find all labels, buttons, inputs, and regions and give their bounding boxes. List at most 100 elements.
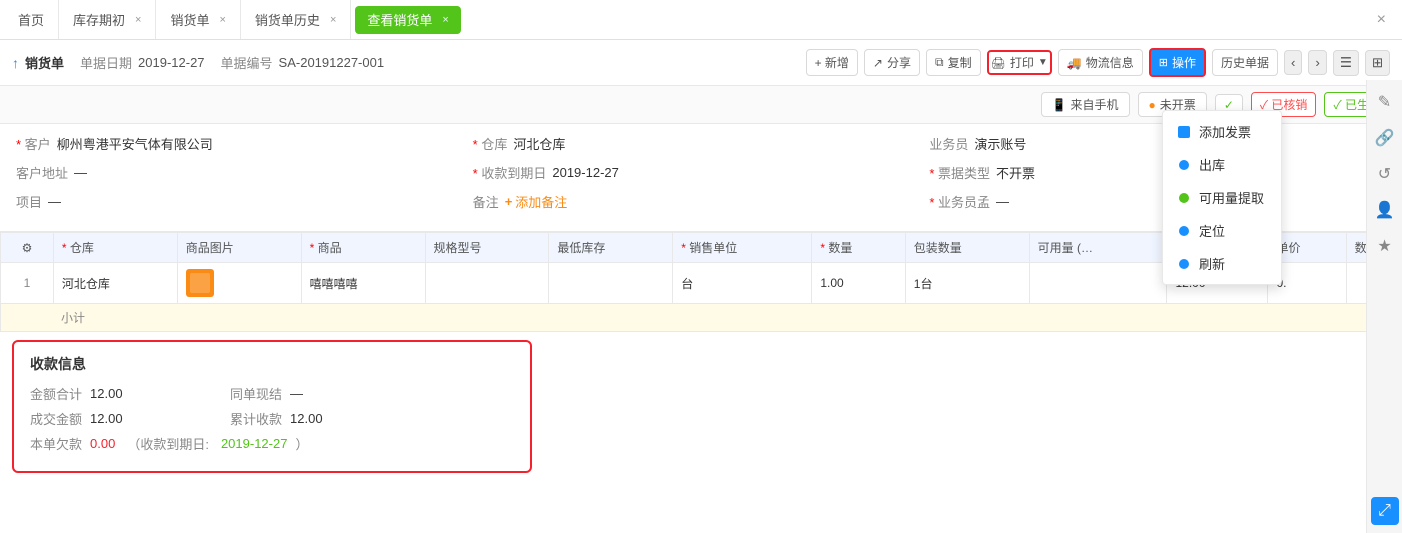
tab-inventory-init[interactable]: 库存期初 × bbox=[59, 0, 156, 39]
print-icon: 🖨 bbox=[991, 56, 1006, 70]
col-product: * 商品 bbox=[301, 233, 425, 263]
same-order-label: 同单现结 bbox=[230, 384, 282, 403]
list-view-button[interactable]: ☰ bbox=[1333, 50, 1359, 76]
add-invoice-icon bbox=[1177, 125, 1191, 139]
deal-label: 成交金额 bbox=[30, 409, 82, 428]
project-value: — bbox=[48, 194, 61, 209]
payment-row-2: 成交金额 12.00 累计收款 12.00 bbox=[30, 409, 514, 428]
right-user-button[interactable]: 👤 bbox=[1371, 196, 1399, 224]
tab-inventory-init-close[interactable]: × bbox=[135, 14, 141, 26]
logistics-button[interactable]: 🚚 物流信息 bbox=[1058, 49, 1143, 76]
payment-same-order: 同单现结 — bbox=[230, 384, 390, 403]
col-warehouse: * 仓库 bbox=[53, 233, 177, 263]
note-field: 备注 + 添加备注 bbox=[473, 192, 930, 211]
tab-sales-history[interactable]: 销货单历史 × bbox=[241, 0, 351, 39]
operate-button[interactable]: ⊞ 操作 bbox=[1149, 48, 1206, 77]
print-button[interactable]: 🖨 打印 ▼ bbox=[987, 50, 1052, 75]
dropdown-refresh[interactable]: 刷新 bbox=[1163, 247, 1281, 280]
tab-sales-order[interactable]: 销货单 × bbox=[156, 0, 240, 39]
ticket-value: 不开票 bbox=[996, 163, 1035, 182]
available-pickup-icon bbox=[1177, 191, 1191, 205]
window-close-button[interactable]: × bbox=[1369, 11, 1394, 29]
doc-number-meta: 单据编号 SA-20191227-001 bbox=[221, 53, 385, 72]
payment-deal: 成交金额 12.00 bbox=[30, 409, 190, 428]
payment-row-1: 金额合计 12.00 同单现结 — bbox=[30, 384, 514, 403]
row-product-img bbox=[177, 263, 301, 304]
tab-view-sales-close[interactable]: × bbox=[442, 14, 448, 26]
doc-date-meta: 单据日期 2019-12-27 bbox=[80, 53, 205, 72]
row-unit: 台 bbox=[673, 263, 812, 304]
circle-icon: ● bbox=[1149, 98, 1156, 112]
total-value: 12.00 bbox=[90, 386, 123, 401]
right-icon-panel: ✎ 🔗 ↺ 👤 ★ ⤢ bbox=[1366, 80, 1402, 533]
address-value: — bbox=[74, 165, 87, 180]
doc-actions: + 新增 ↗ 分享 ⧉ 复制 🖨 打印 ▼ 🚚 物流信息 bbox=[806, 48, 1390, 77]
tab-sales-order-close[interactable]: × bbox=[219, 14, 225, 26]
due-value: 0.00 bbox=[90, 436, 115, 451]
row-quantity: 1.00 bbox=[812, 263, 905, 304]
row-spec bbox=[425, 263, 549, 304]
copy-icon: ⧉ bbox=[935, 55, 944, 70]
tab-sales-history-close[interactable]: × bbox=[330, 14, 336, 26]
grid-view-button[interactable]: ⊞ bbox=[1365, 50, 1390, 76]
tab-view-sales[interactable]: 查看销货单 × bbox=[355, 6, 460, 34]
payment-date-field: 收款到期日 2019-12-27 bbox=[473, 163, 930, 182]
row-index: 1 bbox=[1, 263, 54, 304]
doc-title-text: 销货单 bbox=[25, 53, 64, 72]
due-note: （收款到期日: bbox=[127, 434, 209, 453]
due-close: ） bbox=[295, 434, 308, 453]
col-unit: * 销售单位 bbox=[673, 233, 812, 263]
dropdown-available-pickup[interactable]: 可用量提取 bbox=[1163, 181, 1281, 214]
customer-value: 柳州粤港平安气体有限公司 bbox=[57, 134, 213, 153]
doc-header: ↑ 销货单 单据日期 2019-12-27 单据编号 SA-20191227-0… bbox=[0, 40, 1402, 86]
warehouse-field: 仓库 河北仓库 bbox=[473, 134, 930, 153]
row-product: 嘻嘻嘻嘻 bbox=[301, 263, 425, 304]
logistics-icon: 🚚 bbox=[1067, 56, 1082, 70]
tab-bar: 首页 库存期初 × 销货单 × 销货单历史 × 查看销货单 × × bbox=[0, 0, 1402, 40]
row-min-stock bbox=[549, 263, 673, 304]
dropdown-add-invoice[interactable]: 添加发票 bbox=[1163, 115, 1281, 148]
new-button[interactable]: + 新增 bbox=[806, 49, 858, 76]
share-icon: ↗ bbox=[873, 56, 883, 70]
same-order-value: — bbox=[290, 386, 303, 401]
payment-title: 收款信息 bbox=[30, 354, 514, 374]
tab-home[interactable]: 首页 bbox=[8, 0, 59, 39]
main-content: ↑ 销货单 单据日期 2019-12-27 单据编号 SA-20191227-0… bbox=[0, 40, 1402, 533]
due-date: 2019-12-27 bbox=[221, 436, 288, 451]
warehouse-label: 仓库 bbox=[473, 134, 508, 153]
cumulative-value: 12.00 bbox=[290, 411, 323, 426]
date-value: 2019-12-27 bbox=[138, 55, 205, 70]
history-button[interactable]: 历史单据 bbox=[1212, 49, 1278, 76]
locate-icon bbox=[1177, 224, 1191, 238]
payment-cumulative: 累计收款 12.00 bbox=[230, 409, 390, 428]
right-edit-button[interactable]: ✎ bbox=[1371, 88, 1399, 116]
right-expand-button[interactable]: ⤢ bbox=[1371, 497, 1399, 525]
right-star-button[interactable]: ★ bbox=[1371, 232, 1399, 260]
right-link-button[interactable]: 🔗 bbox=[1371, 124, 1399, 152]
col-min-stock: 最低库存 bbox=[549, 233, 673, 263]
product-image bbox=[186, 269, 214, 297]
share-button[interactable]: ↗ 分享 bbox=[864, 49, 920, 76]
dropdown-warehouse-out[interactable]: 出库 bbox=[1163, 148, 1281, 181]
dropdown-locate[interactable]: 定位 bbox=[1163, 214, 1281, 247]
row-pack-qty: 1台 bbox=[905, 263, 1029, 304]
ticket-field: 票据类型 不开票 bbox=[929, 163, 1386, 182]
copy-button[interactable]: ⧉ 复制 bbox=[926, 49, 981, 76]
nav-prev-button[interactable]: ‹ bbox=[1284, 50, 1302, 75]
subtotal-label: 小计 bbox=[1, 304, 1402, 332]
salesperson-value: — bbox=[996, 194, 1009, 209]
plus-icon: + bbox=[505, 194, 513, 209]
row-warehouse: 河北仓库 bbox=[53, 263, 177, 304]
date-label: 单据日期 bbox=[80, 53, 132, 72]
number-label: 单据编号 bbox=[221, 53, 273, 72]
payment-date-value: 2019-12-27 bbox=[552, 165, 619, 180]
warehouse-out-icon bbox=[1177, 158, 1191, 172]
warehouse-value: 河北仓库 bbox=[513, 134, 565, 153]
dropdown-refresh-icon bbox=[1177, 257, 1191, 271]
add-note-button[interactable]: + 添加备注 bbox=[505, 192, 568, 211]
payment-row-3: 本单欠款 0.00 （收款到期日: 2019-12-27 ） bbox=[30, 434, 514, 453]
right-refresh-button[interactable]: ↺ bbox=[1371, 160, 1399, 188]
number-value: SA-20191227-001 bbox=[279, 55, 385, 70]
from-phone-button[interactable]: 📱 来自手机 bbox=[1041, 92, 1130, 117]
nav-next-button[interactable]: › bbox=[1308, 50, 1326, 75]
